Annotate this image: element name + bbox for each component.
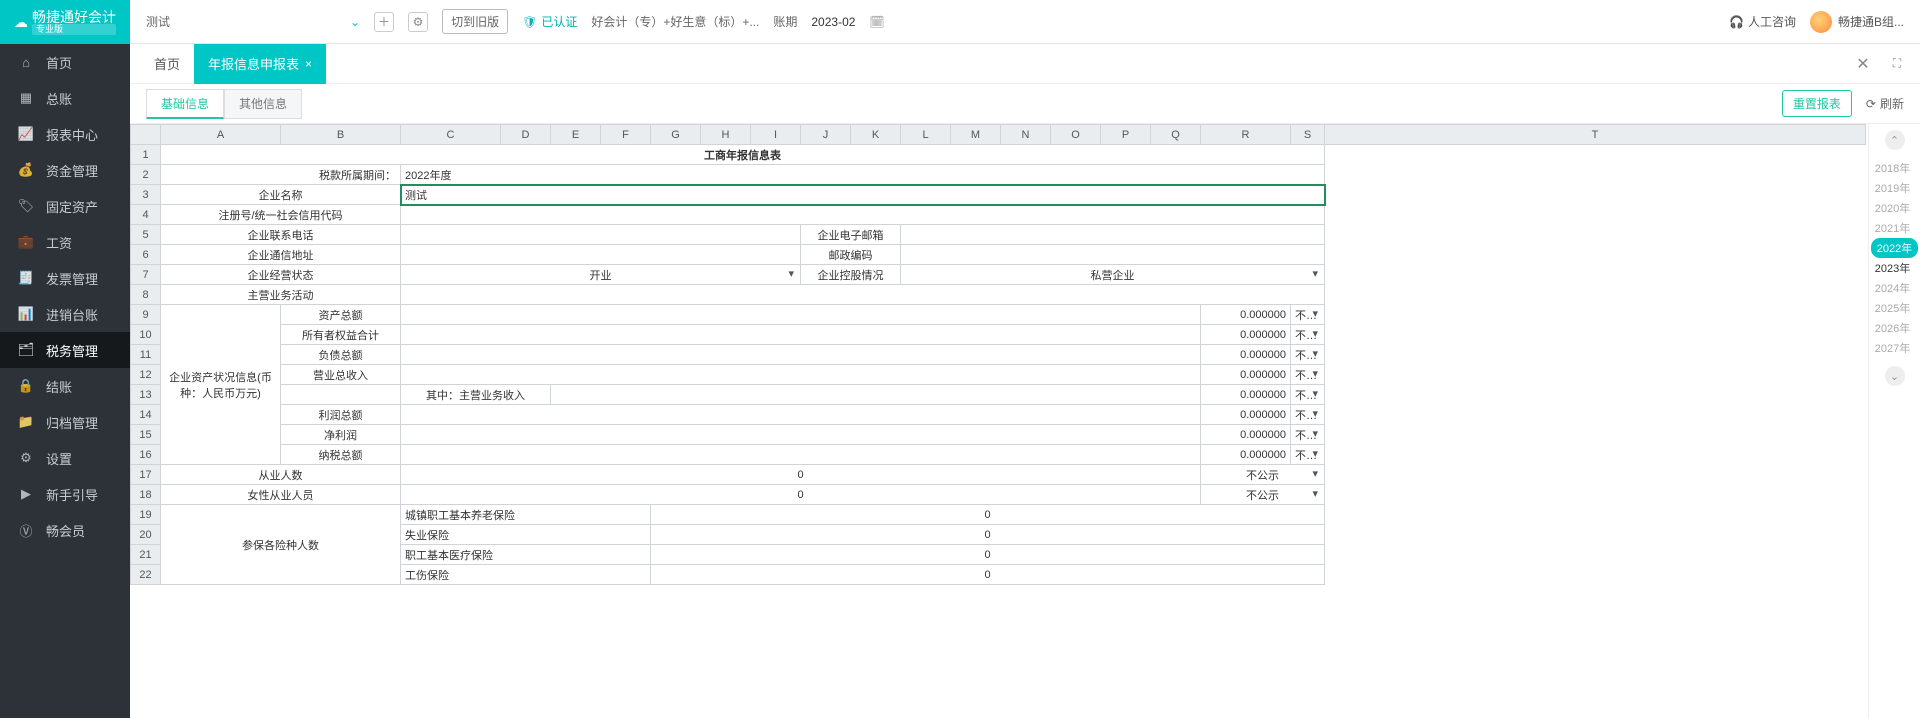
subtab-other[interactable]: 其他信息 (224, 89, 302, 119)
sidebar-item-11[interactable]: ⚙设置 (0, 440, 130, 476)
nav-icon: ▶ (18, 486, 34, 502)
nav-icon: 💰 (18, 162, 34, 178)
close-panel-button[interactable]: ✕ (1850, 51, 1876, 77)
year-2025年[interactable]: 2025年 (1871, 298, 1918, 318)
shield-icon: 🛡 (522, 15, 537, 29)
nav-icon: 📈 (18, 126, 34, 142)
brand-name: 畅捷通好会计 (32, 10, 116, 24)
support-link[interactable]: 🎧 人工咨询 (1729, 13, 1796, 30)
tab-home[interactable]: 首页 (140, 44, 194, 84)
nav-icon: ⚙ (18, 450, 34, 466)
reset-button[interactable]: 重置报表 (1782, 90, 1852, 117)
tab-annual-report[interactable]: 年报信息申报表× (194, 44, 326, 84)
chevron-down-icon[interactable]: ⌄ (350, 15, 360, 29)
sidebar-item-3[interactable]: 💰资金管理 (0, 152, 130, 188)
sidebar-item-10[interactable]: 📁归档管理 (0, 404, 130, 440)
gear-icon[interactable]: ⚙ (408, 12, 428, 32)
year-2018年[interactable]: 2018年 (1871, 158, 1918, 178)
expand-icon[interactable]: ⛶ (1886, 53, 1908, 75)
nav-icon: 📊 (18, 306, 34, 322)
user-menu[interactable]: 畅捷通B组... (1810, 11, 1904, 33)
company-select[interactable]: 测试 (146, 13, 336, 30)
sidebar-item-4[interactable]: 🏷固定资产 (0, 188, 130, 224)
year-rail: ⌃ 2018年2019年2020年2021年2022年2023年2024年202… (1868, 124, 1920, 718)
close-icon[interactable]: × (305, 57, 312, 71)
refresh-icon: ⟳ (1866, 97, 1876, 111)
switch-old-button[interactable]: 切到旧版 (442, 9, 508, 34)
refresh-button[interactable]: ⟳ 刷新 (1866, 95, 1904, 112)
sidebar: ☁ 畅捷通好会计 专业版 ⌂首页▦总账📈报表中心💰资金管理🏷固定资产💼工资🧾发票… (0, 0, 130, 718)
page-tabs: 首页 年报信息申报表× ✕ ⛶ (130, 44, 1920, 84)
sidebar-item-1[interactable]: ▦总账 (0, 80, 130, 116)
year-2022年[interactable]: 2022年 (1871, 238, 1918, 258)
nav-icon: 🏷 (18, 198, 34, 214)
year-2023年[interactable]: 2023年 (1871, 258, 1918, 278)
nav-icon: Ⓥ (18, 522, 34, 538)
sidebar-item-0[interactable]: ⌂首页 (0, 44, 130, 80)
add-button[interactable]: ＋ (374, 12, 394, 32)
sidebar-item-2[interactable]: 📈报表中心 (0, 116, 130, 152)
topbar: 测试 ⌄ ＋ ⚙ 切到旧版 🛡 已认证 好会计（专）+好生意（标）+... 账期… (130, 0, 1920, 44)
nav-icon: ⌂ (18, 54, 34, 70)
year-2021年[interactable]: 2021年 (1871, 218, 1918, 238)
year-2019年[interactable]: 2019年 (1871, 178, 1918, 198)
sidebar-item-6[interactable]: 🧾发票管理 (0, 260, 130, 296)
sidebar-item-8[interactable]: 🗂税务管理 (0, 332, 130, 368)
nav-icon: 💼 (18, 234, 34, 250)
period-value[interactable]: 2023-02 (811, 15, 855, 29)
year-2020年[interactable]: 2020年 (1871, 198, 1918, 218)
sidebar-item-13[interactable]: Ⓥ畅会员 (0, 512, 130, 548)
year-down-arrow[interactable]: ⌄ (1885, 366, 1905, 386)
avatar (1810, 11, 1832, 33)
period-label: 账期 (773, 13, 797, 30)
nav-icon: 🗂 (18, 342, 34, 358)
year-2024年[interactable]: 2024年 (1871, 278, 1918, 298)
sidebar-item-5[interactable]: 💼工资 (0, 224, 130, 260)
sidebar-item-7[interactable]: 📊进销台账 (0, 296, 130, 332)
sidebar-item-9[interactable]: 🔒结账 (0, 368, 130, 404)
spreadsheet[interactable]: ABCDEFGHIJKLMNOPQRST1工商年报信息表2税款所属期间：2022… (130, 124, 1868, 718)
year-2026年[interactable]: 2026年 (1871, 318, 1918, 338)
subtab-row: 基础信息 其他信息 重置报表 ⟳ 刷新 (130, 84, 1920, 124)
cloud-icon: ☁ (14, 14, 28, 31)
username: 畅捷通B组... (1838, 13, 1904, 30)
subtab-basic[interactable]: 基础信息 (146, 89, 224, 119)
nav-icon: 📁 (18, 414, 34, 430)
nav-icon: 🔒 (18, 378, 34, 394)
brand: ☁ 畅捷通好会计 专业版 (0, 0, 130, 44)
calendar-icon[interactable]: 🗓 (869, 15, 884, 29)
brand-edition: 专业版 (32, 24, 116, 35)
year-up-arrow[interactable]: ⌃ (1885, 130, 1905, 150)
year-2027年[interactable]: 2027年 (1871, 338, 1918, 358)
sidebar-item-12[interactable]: ▶新手引导 (0, 476, 130, 512)
nav-icon: 🧾 (18, 270, 34, 286)
verified-badge: 🛡 已认证 (522, 13, 577, 30)
package-label: 好会计（专）+好生意（标）+... (591, 13, 759, 30)
headset-icon: 🎧 (1729, 15, 1744, 29)
nav-icon: ▦ (18, 90, 34, 106)
